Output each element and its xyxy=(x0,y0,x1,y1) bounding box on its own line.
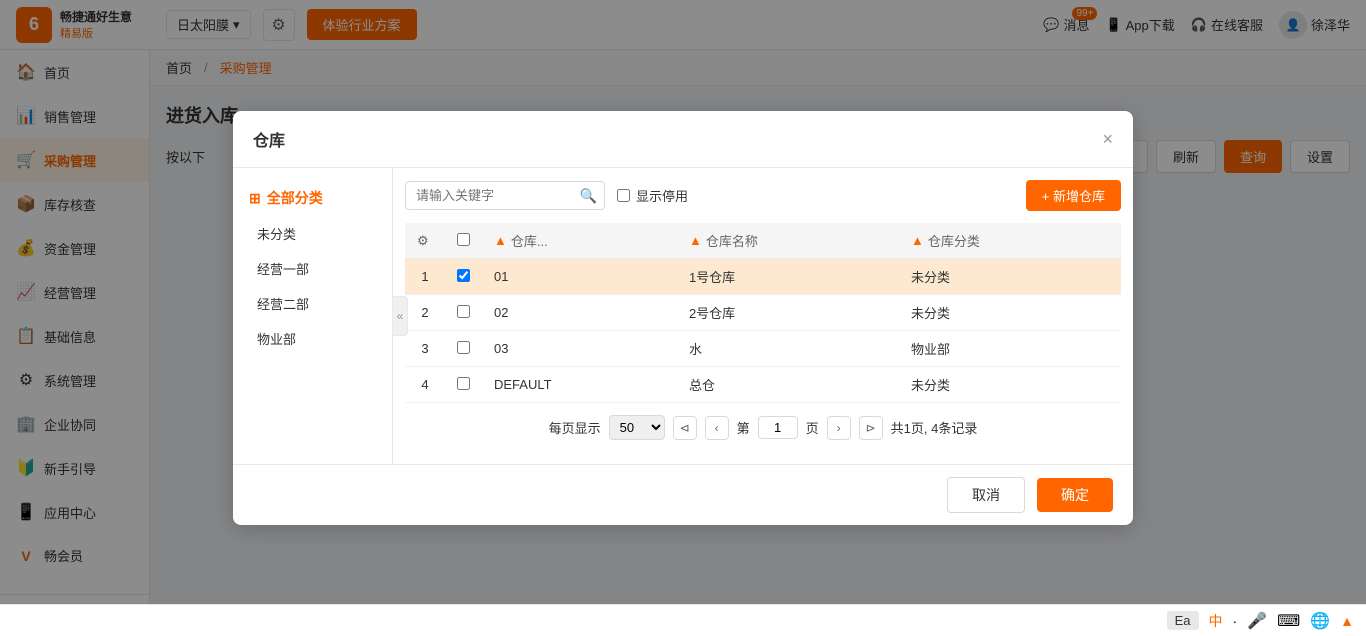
total-info: 共1页, 4条记录 xyxy=(891,418,978,437)
row-name: 总仓 xyxy=(677,367,899,403)
modal-search-row: 🔍 显示停用 + 新增仓库 xyxy=(405,180,1121,211)
modal-right: 🔍 显示停用 + 新增仓库 ⚙ xyxy=(393,168,1133,464)
select-all-checkbox[interactable] xyxy=(457,233,470,246)
add-warehouse-button[interactable]: + 新增仓库 xyxy=(1026,180,1121,211)
sort-category[interactable]: ▲ 仓库分类 xyxy=(911,231,1109,250)
prev-page-button[interactable]: ‹ xyxy=(705,416,729,440)
all-categories-item[interactable]: ⊞ 全部分类 xyxy=(233,180,392,216)
bottom-bar: Ea 中 · 🎤 ⌨ 🌐 ▲ xyxy=(0,604,1366,636)
collapse-sidebar-button[interactable]: « xyxy=(392,296,408,336)
row-checkbox[interactable] xyxy=(445,295,482,331)
bottom-icon-lang[interactable]: 🌐 xyxy=(1310,611,1330,631)
first-page-button[interactable]: ⊲ xyxy=(673,416,697,440)
row-name: 1号仓库 xyxy=(677,259,899,295)
category-item-1[interactable]: 经营一部 xyxy=(233,251,392,286)
row-checkbox[interactable] xyxy=(445,331,482,367)
table-row[interactable]: 3 03 水 物业部 xyxy=(405,331,1121,367)
table-row[interactable]: 1 01 1号仓库 未分类 xyxy=(405,259,1121,295)
modal-close-button[interactable]: × xyxy=(1102,129,1113,150)
row-checkbox[interactable] xyxy=(445,367,482,403)
bottom-icon-arrow[interactable]: ▲ xyxy=(1340,613,1354,629)
pagination: 每页显示 50 10 20 100 ⊲ ‹ 第 页 › ⊳ 共1页, 4条记录 xyxy=(405,403,1121,452)
last-page-button[interactable]: ⊳ xyxy=(859,416,883,440)
row-name: 2号仓库 xyxy=(677,295,899,331)
row-index: 2 xyxy=(405,295,445,331)
modal-footer: 取消 确定 xyxy=(233,464,1133,525)
th-category: ▲ 仓库分类 xyxy=(899,223,1121,259)
show-disabled-wrap: 显示停用 xyxy=(617,186,688,205)
row-name: 水 xyxy=(677,331,899,367)
warehouse-table: ⚙ ▲ 仓库... xyxy=(405,223,1121,403)
show-disabled-label: 显示停用 xyxy=(636,186,688,205)
modal-overlay: 仓库 × ⊞ 全部分类 未分类 经营一部 经营二部 xyxy=(0,0,1366,636)
page-number-input[interactable] xyxy=(758,416,798,439)
warehouse-search-input[interactable] xyxy=(405,181,605,210)
row-index: 1 xyxy=(405,259,445,295)
bottom-icon-zhong[interactable]: 中 xyxy=(1209,611,1223,631)
bottom-icon-keyboard[interactable]: ⌨ xyxy=(1277,611,1300,631)
row-code: DEFAULT xyxy=(482,367,677,403)
th-checkbox xyxy=(445,223,482,259)
cancel-button[interactable]: 取消 xyxy=(947,477,1025,513)
row-code: 02 xyxy=(482,295,677,331)
table-row[interactable]: 4 DEFAULT 总仓 未分类 xyxy=(405,367,1121,403)
row-category: 物业部 xyxy=(899,331,1121,367)
search-icon[interactable]: 🔍 xyxy=(580,187,597,204)
table-body: 1 01 1号仓库 未分类 2 02 2号仓库 未分类 3 03 水 物业部 4… xyxy=(405,259,1121,403)
bottom-ea-label: Ea xyxy=(1167,611,1199,630)
modal-category-sidebar: ⊞ 全部分类 未分类 经营一部 经营二部 物业部 « xyxy=(233,168,393,464)
row-category: 未分类 xyxy=(899,295,1121,331)
th-code: ▲ 仓库... xyxy=(482,223,677,259)
category-item-2[interactable]: 经营二部 xyxy=(233,286,392,321)
per-page-select[interactable]: 50 10 20 100 xyxy=(609,415,665,440)
modal-header: 仓库 × xyxy=(233,111,1133,168)
grid-icon: ⊞ xyxy=(249,190,261,207)
modal-body: ⊞ 全部分类 未分类 经营一部 经营二部 物业部 « xyxy=(233,168,1133,464)
row-index: 4 xyxy=(405,367,445,403)
warehouse-modal: 仓库 × ⊞ 全部分类 未分类 经营一部 经营二部 xyxy=(233,111,1133,525)
row-category: 未分类 xyxy=(899,259,1121,295)
bottom-icon-dot[interactable]: · xyxy=(1233,613,1238,629)
bottom-icon-mic[interactable]: 🎤 xyxy=(1247,611,1267,631)
next-page-button[interactable]: › xyxy=(827,416,851,440)
category-item-3[interactable]: 物业部 xyxy=(233,321,392,356)
th-name: ▲ 仓库名称 xyxy=(677,223,899,259)
category-item-0[interactable]: 未分类 xyxy=(233,216,392,251)
search-input-wrap: 🔍 xyxy=(405,181,605,210)
row-code: 03 xyxy=(482,331,677,367)
sort-name[interactable]: ▲ 仓库名称 xyxy=(689,231,887,250)
confirm-button[interactable]: 确定 xyxy=(1037,478,1113,512)
modal-title: 仓库 xyxy=(253,127,285,151)
row-code: 01 xyxy=(482,259,677,295)
row-category: 未分类 xyxy=(899,367,1121,403)
table-header: ⚙ ▲ 仓库... xyxy=(405,223,1121,259)
table-row[interactable]: 2 02 2号仓库 未分类 xyxy=(405,295,1121,331)
row-checkbox[interactable] xyxy=(445,259,482,295)
show-disabled-checkbox[interactable] xyxy=(617,189,630,202)
row-index: 3 xyxy=(405,331,445,367)
th-settings: ⚙ xyxy=(405,223,445,259)
sort-code[interactable]: ▲ 仓库... xyxy=(494,231,665,250)
warehouse-table-container: ⚙ ▲ 仓库... xyxy=(405,223,1121,403)
